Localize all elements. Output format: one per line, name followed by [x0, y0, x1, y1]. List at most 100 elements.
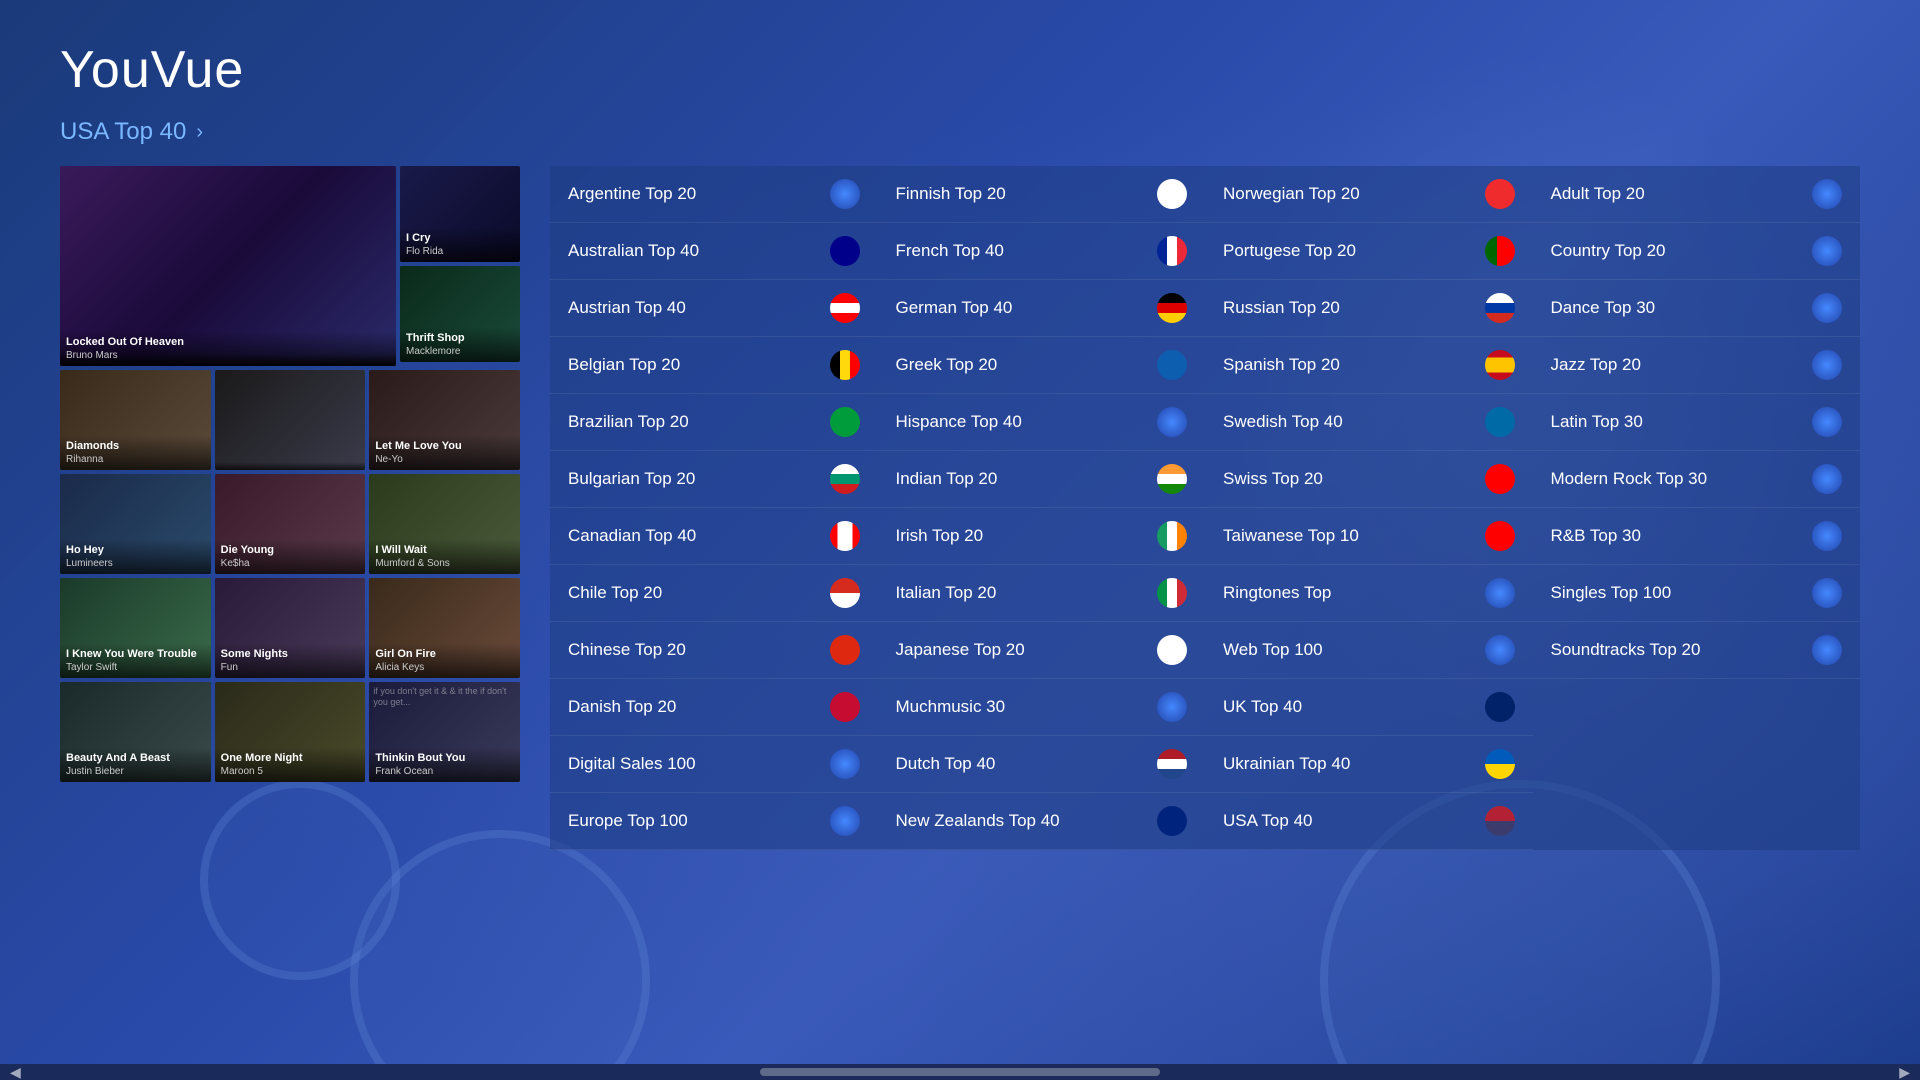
chart-label: Portugese Top 20	[1223, 241, 1356, 261]
chart-item[interactable]: Belgian Top 20	[550, 337, 878, 394]
chart-item[interactable]: Russian Top 20	[1205, 280, 1533, 337]
chart-item[interactable]: New Zealands Top 40	[878, 793, 1206, 850]
chart-item[interactable]: Irish Top 20	[878, 508, 1206, 565]
chart-item[interactable]: Argentine Top 20	[550, 166, 878, 223]
flag-icon	[1157, 806, 1187, 836]
flag-icon	[1157, 635, 1187, 665]
flag-icon	[1157, 407, 1187, 437]
chart-item[interactable]: Latin Top 30	[1533, 394, 1861, 451]
chart-item[interactable]: Ringtones Top	[1205, 565, 1533, 622]
flag-icon	[1157, 179, 1187, 209]
chart-label: Dutch Top 40	[896, 754, 996, 774]
chart-item[interactable]: Adult Top 20	[1533, 166, 1861, 223]
thumbnail-grid: Locked Out Of Heaven Bruno Mars I Cry Fl…	[60, 166, 520, 782]
chart-item[interactable]: Hispance Top 40	[878, 394, 1206, 451]
flag-icon	[1485, 407, 1515, 437]
chart-item[interactable]: R&B Top 30	[1533, 508, 1861, 565]
charts-grid: Argentine Top 20 Finnish Top 20 Norwegia…	[550, 166, 1860, 850]
chart-item[interactable]: Danish Top 20	[550, 679, 878, 736]
flag-icon	[1157, 692, 1187, 722]
scroll-right-arrow[interactable]: ▶	[1889, 1064, 1920, 1080]
chart-item[interactable]: Portugese Top 20	[1205, 223, 1533, 280]
flag-icon	[1485, 749, 1515, 779]
thumbnail-medium-6[interactable]: I Will Wait Mumford & Sons	[369, 474, 520, 574]
chart-item[interactable]: Spanish Top 20	[1205, 337, 1533, 394]
chart-item[interactable]: Greek Top 20	[878, 337, 1206, 394]
scroll-left-arrow[interactable]: ◀	[0, 1064, 31, 1080]
chart-item[interactable]: Australian Top 40	[550, 223, 878, 280]
flag-icon	[1812, 635, 1842, 665]
chart-item[interactable]: Swedish Top 40	[1205, 394, 1533, 451]
thumbnail-small-2[interactable]: Thrift Shop Macklemore	[400, 266, 520, 362]
chart-item[interactable]: Country Top 20	[1533, 223, 1861, 280]
thumbnail-medium-2[interactable]	[215, 370, 366, 470]
section-title[interactable]: USA Top 40	[60, 118, 186, 146]
chart-label: USA Top 40	[1223, 811, 1312, 831]
chart-item[interactable]: Italian Top 20	[878, 565, 1206, 622]
chart-item[interactable]: Dance Top 30	[1533, 280, 1861, 337]
thumb-label-9: I Will Wait Mumford & Sons	[369, 539, 520, 574]
chart-item[interactable]: UK Top 40	[1205, 679, 1533, 736]
chart-item[interactable]: Digital Sales 100	[550, 736, 878, 793]
chart-item[interactable]: Soundtracks Top 20	[1533, 622, 1861, 679]
flag-icon	[1812, 464, 1842, 494]
chart-item[interactable]: Singles Top 100	[1533, 565, 1861, 622]
chart-item[interactable]: Web Top 100	[1205, 622, 1533, 679]
flag-icon	[830, 293, 860, 323]
chart-label: Dance Top 30	[1551, 298, 1656, 318]
thumbnail-medium-10[interactable]: Beauty And A Beast Justin Bieber	[60, 682, 211, 782]
thumbnail-small-1[interactable]: I Cry Flo Rida	[400, 166, 520, 262]
thumbnail-medium-8[interactable]: Some Nights Fun	[215, 578, 366, 678]
thumbnail-medium-11[interactable]: One More Night Maroon 5	[215, 682, 366, 782]
thumbnail-medium-5[interactable]: Die Young Ke$ha	[215, 474, 366, 574]
chart-item[interactable]: Chile Top 20	[550, 565, 878, 622]
flag-icon	[830, 407, 860, 437]
thumb-row-3: Ho Hey Lumineers Die Young Ke$ha I Will …	[60, 474, 520, 574]
chart-label: Spanish Top 20	[1223, 355, 1340, 375]
thumbnail-medium-12[interactable]: if you don't get it & & it the if don't …	[369, 682, 520, 782]
chart-item[interactable]: Japanese Top 20	[878, 622, 1206, 679]
chart-item[interactable]: Modern Rock Top 30	[1533, 451, 1861, 508]
chart-item[interactable]: Norwegian Top 20	[1205, 166, 1533, 223]
chart-item[interactable]: Finnish Top 20	[878, 166, 1206, 223]
flag-icon	[1485, 236, 1515, 266]
chart-item[interactable]: Europe Top 100	[550, 793, 878, 850]
chart-item[interactable]: German Top 40	[878, 280, 1206, 337]
flag-icon	[1485, 578, 1515, 608]
chart-item[interactable]: Canadian Top 40	[550, 508, 878, 565]
thumb-label-7: Ho Hey Lumineers	[60, 539, 211, 574]
thumbnail-large[interactable]: Locked Out Of Heaven Bruno Mars	[60, 166, 396, 366]
chart-item[interactable]: Jazz Top 20	[1533, 337, 1861, 394]
chart-label: Belgian Top 20	[568, 355, 680, 375]
chart-item[interactable]: Ukrainian Top 40	[1205, 736, 1533, 793]
chart-label: UK Top 40	[1223, 697, 1302, 717]
chart-item[interactable]: Brazilian Top 20	[550, 394, 878, 451]
chart-item[interactable]: Chinese Top 20	[550, 622, 878, 679]
chart-item[interactable]: French Top 40	[878, 223, 1206, 280]
flag-icon	[1485, 293, 1515, 323]
flag-icon	[1157, 464, 1187, 494]
chart-item[interactable]: Indian Top 20	[878, 451, 1206, 508]
scroll-thumb[interactable]	[760, 1068, 1160, 1076]
thumbnail-medium-4[interactable]: Ho Hey Lumineers	[60, 474, 211, 574]
flag-icon	[830, 635, 860, 665]
thumb-small-stack: I Cry Flo Rida Thrift Shop Macklemore	[400, 166, 520, 366]
chart-label: Italian Top 20	[896, 583, 997, 603]
flag-icon	[1157, 578, 1187, 608]
thumbnail-medium-3[interactable]: Let Me Love You Ne-Yo	[369, 370, 520, 470]
chart-item[interactable]: Swiss Top 20	[1205, 451, 1533, 508]
thumbnail-medium-7[interactable]: I Knew You Were Trouble Taylor Swift	[60, 578, 211, 678]
chart-item[interactable]: Austrian Top 40	[550, 280, 878, 337]
chart-item[interactable]: Muchmusic 30	[878, 679, 1206, 736]
scrollbar[interactable]: ◀ ▶	[0, 1064, 1920, 1080]
thumbnail-medium-1[interactable]: Diamonds Rihanna	[60, 370, 211, 470]
chart-label: French Top 40	[896, 241, 1004, 261]
flag-icon	[1812, 179, 1842, 209]
chart-item[interactable]: Taiwanese Top 10	[1205, 508, 1533, 565]
thumbnail-medium-9[interactable]: Girl On Fire Alicia Keys	[369, 578, 520, 678]
chart-item[interactable]: Dutch Top 40	[878, 736, 1206, 793]
chart-item[interactable]: USA Top 40	[1205, 793, 1533, 850]
chart-label: Swedish Top 40	[1223, 412, 1343, 432]
chart-item[interactable]: Bulgarian Top 20	[550, 451, 878, 508]
chart-label: Latin Top 30	[1551, 412, 1643, 432]
